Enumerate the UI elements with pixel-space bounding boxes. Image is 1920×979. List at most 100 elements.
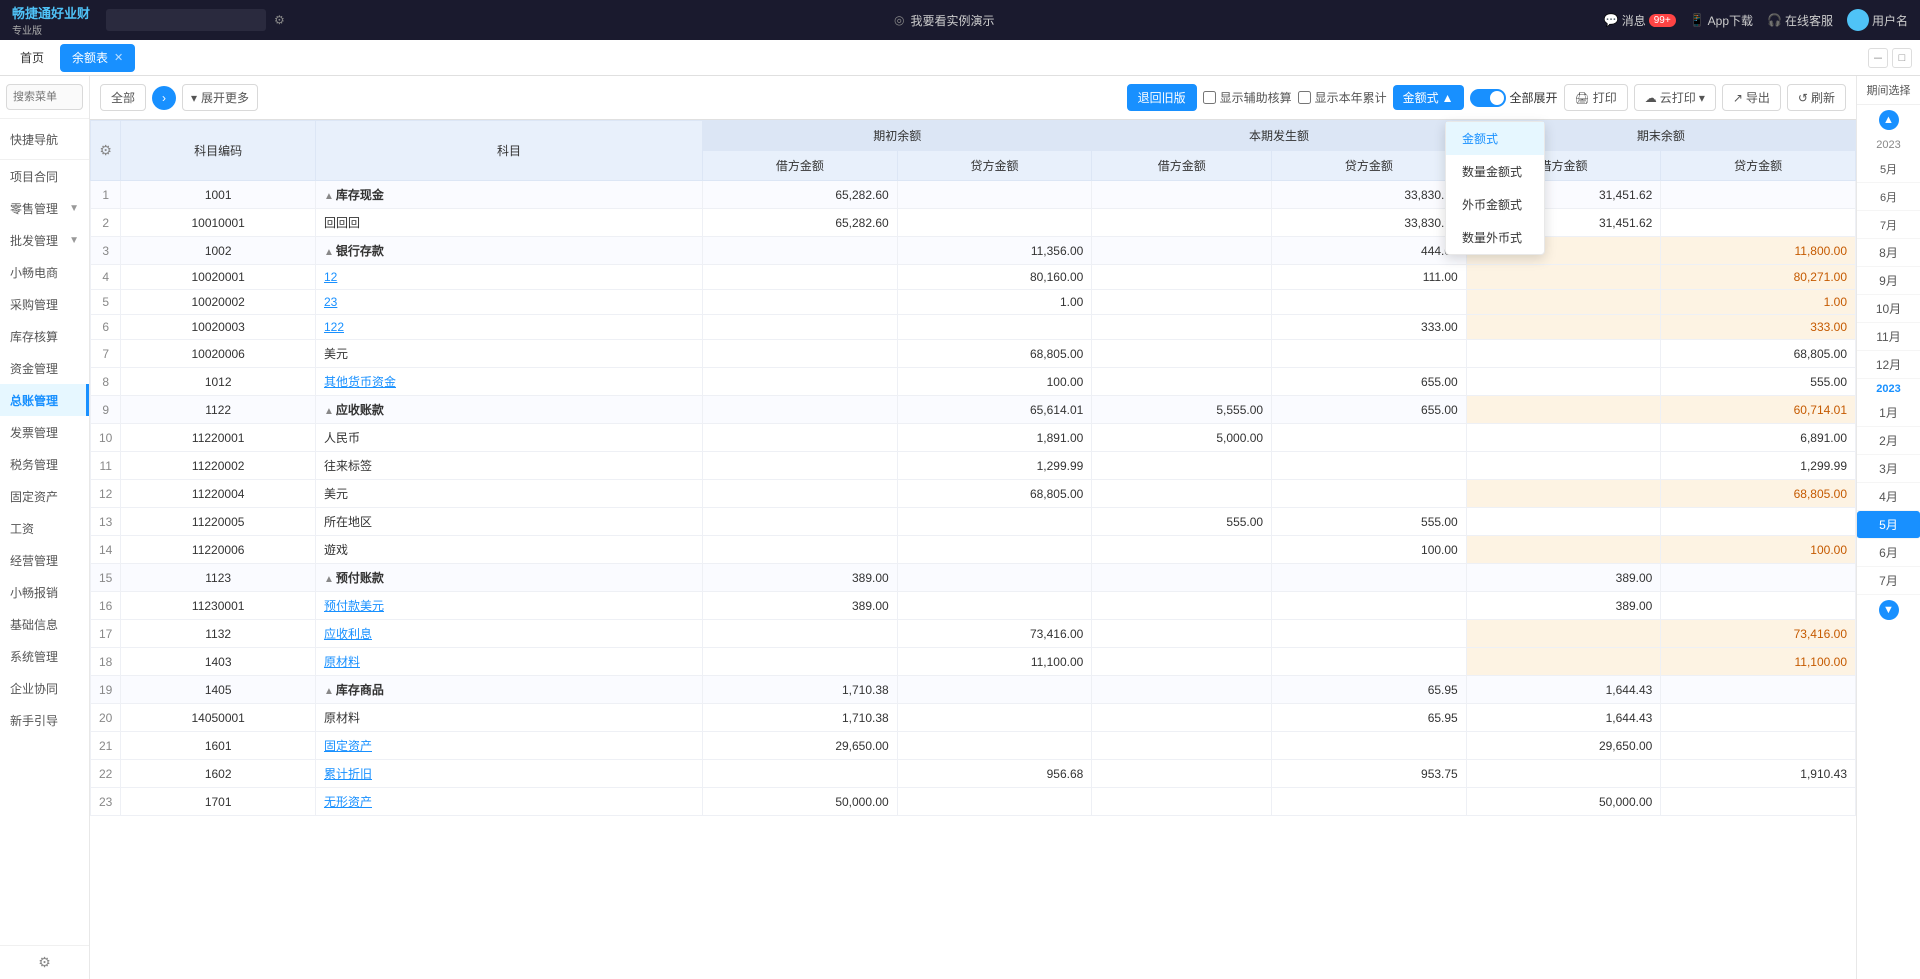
account-name-link[interactable]: 12 xyxy=(324,270,337,284)
sidebar-item-basic[interactable]: 基础信息 xyxy=(0,608,89,640)
scroll-up-icon[interactable]: ▲ xyxy=(1879,110,1899,130)
all-accounts-btn[interactable]: 全部 xyxy=(100,84,146,111)
message-btn[interactable]: 💬 消息 99+ xyxy=(1604,12,1676,29)
sidebar-item-system[interactable]: 系统管理 xyxy=(0,640,89,672)
account-name-link[interactable]: 固定资产 xyxy=(324,739,372,753)
period-month-9[interactable]: 9月 xyxy=(1857,267,1920,295)
format-option-foreign-amount[interactable]: 外币金额式 xyxy=(1446,188,1544,221)
period-month-3[interactable]: 3月 xyxy=(1857,455,1920,483)
settings-icon[interactable]: ⚙ xyxy=(274,13,285,27)
show-ytd-checkbox[interactable]: 显示本年累计 xyxy=(1298,89,1387,106)
sidebar-item-wholesale[interactable]: 批发管理 ▼ xyxy=(0,224,89,256)
refresh-btn[interactable]: ↺ 刷新 xyxy=(1787,84,1846,111)
format-option-amount[interactable]: 金额式 xyxy=(1446,122,1544,155)
tab-maximize-btn[interactable]: □ xyxy=(1892,48,1912,68)
period-month-6-2023[interactable]: 6月 xyxy=(1857,183,1920,211)
nav-forward-btn[interactable]: › xyxy=(152,86,176,110)
collapse-icon[interactable]: ▲ xyxy=(324,247,334,258)
search-bar[interactable] xyxy=(106,9,266,31)
tab-balance[interactable]: 余额表 ✕ xyxy=(60,44,135,72)
collapse-icon[interactable]: ▲ xyxy=(324,406,334,417)
period-month-11[interactable]: 11月 xyxy=(1857,323,1920,351)
period-month-6[interactable]: 6月 xyxy=(1857,539,1920,567)
collapse-icon[interactable]: ▲ xyxy=(324,191,334,202)
sidebar-item-collaboration[interactable]: 企业协同 xyxy=(0,672,89,704)
ytd-checkbox-input[interactable] xyxy=(1298,91,1311,104)
account-name[interactable]: 122 xyxy=(315,315,702,340)
sidebar-item-invoice[interactable]: 发票管理 xyxy=(0,416,89,448)
account-name[interactable]: 12 xyxy=(315,265,702,290)
tab-minimize-btn[interactable]: － xyxy=(1868,48,1888,68)
toggle-switch[interactable] xyxy=(1470,89,1506,107)
scroll-down-icon[interactable]: ▼ xyxy=(1879,600,1899,620)
sidebar-item-operations[interactable]: 经营管理 xyxy=(0,544,89,576)
period-month-4[interactable]: 4月 xyxy=(1857,483,1920,511)
account-name[interactable]: 其他货币资金 xyxy=(315,368,702,396)
period-month-5-2023[interactable]: 5月 xyxy=(1857,155,1920,183)
sidebar-item-ecommerce[interactable]: 小畅电商 xyxy=(0,256,89,288)
period-month-7-2023[interactable]: 7月 xyxy=(1857,211,1920,239)
period-month-7[interactable]: 7月 xyxy=(1857,567,1920,595)
expand-more-btn[interactable]: ▾ 展开更多 xyxy=(182,84,258,111)
app-download-btn[interactable]: 📱 App下载 xyxy=(1690,12,1753,29)
opening-debit: 29,650.00 xyxy=(703,732,898,760)
sidebar-item-inventory[interactable]: 库存核算 xyxy=(0,320,89,352)
expand-all-toggle[interactable]: 全部展开 xyxy=(1470,89,1558,107)
demo-link[interactable]: 我要看实例演示 xyxy=(911,12,995,29)
period-month-1[interactable]: 1月 xyxy=(1857,399,1920,427)
sidebar-item-fixed-assets[interactable]: 固定资产 xyxy=(0,480,89,512)
account-name-link[interactable]: 应收利息 xyxy=(324,627,372,641)
period-month-5-active[interactable]: 5月 xyxy=(1857,511,1920,539)
account-name[interactable]: 应收利息 xyxy=(315,620,702,648)
account-name-link[interactable]: 预付款美元 xyxy=(324,599,384,613)
account-name[interactable]: 23 xyxy=(315,290,702,315)
period-month-10[interactable]: 10月 xyxy=(1857,295,1920,323)
period-month-8[interactable]: 8月 xyxy=(1857,239,1920,267)
account-name[interactable]: 无形资产 xyxy=(315,788,702,816)
sidebar-item-finance[interactable]: 资金管理 xyxy=(0,352,89,384)
cloud-print-btn[interactable]: ☁ 云打印 ▾ xyxy=(1634,84,1716,111)
format-option-qty-foreign[interactable]: 数量外币式 xyxy=(1446,221,1544,254)
export-btn[interactable]: ↗ 导出 xyxy=(1722,84,1781,111)
format-dropdown-btn[interactable]: 金额式 ▲ xyxy=(1393,85,1464,110)
sidebar-item-quick-nav[interactable]: 快捷导航 xyxy=(0,123,89,155)
account-name-link[interactable]: 其他货币资金 xyxy=(324,375,396,389)
sidebar-settings-icon[interactable]: ⚙ xyxy=(38,954,51,971)
search-input[interactable] xyxy=(6,84,83,110)
sidebar-item-retail[interactable]: 零售管理 ▼ xyxy=(0,192,89,224)
sidebar-item-guide[interactable]: 新手引导 xyxy=(0,704,89,736)
user-avatar[interactable]: 用户名 xyxy=(1847,9,1908,31)
tab-close-icon[interactable]: ✕ xyxy=(114,51,123,64)
tab-home[interactable]: 首页 xyxy=(8,44,56,72)
period-scroll-up-btn[interactable]: ▲ xyxy=(1857,105,1920,135)
opening-debit xyxy=(703,760,898,788)
collapse-icon[interactable]: ▲ xyxy=(324,686,334,697)
col-settings-header[interactable]: ⚙ xyxy=(91,121,121,181)
account-name[interactable]: 累计折旧 xyxy=(315,760,702,788)
sidebar-item-ledger[interactable]: 总账管理 xyxy=(0,384,89,416)
sidebar-item-purchase[interactable]: 采购管理 xyxy=(0,288,89,320)
sidebar-item-expense[interactable]: 小畅报销 xyxy=(0,576,89,608)
show-assist-checkbox[interactable]: 显示辅助核算 xyxy=(1203,89,1292,106)
account-name[interactable]: 原材料 xyxy=(315,648,702,676)
col-settings-icon[interactable]: ⚙ xyxy=(99,142,112,158)
account-name-link[interactable]: 23 xyxy=(324,295,337,309)
sidebar-item-payroll[interactable]: 工资 xyxy=(0,512,89,544)
account-name-link[interactable]: 原材料 xyxy=(324,655,360,669)
account-name[interactable]: 预付款美元 xyxy=(315,592,702,620)
assist-checkbox-input[interactable] xyxy=(1203,91,1216,104)
account-name[interactable]: 固定资产 xyxy=(315,732,702,760)
back-to-old-btn[interactable]: 退回旧版 xyxy=(1127,84,1197,111)
account-name-link[interactable]: 累计折旧 xyxy=(324,767,372,781)
period-month-12[interactable]: 12月 xyxy=(1857,351,1920,379)
online-service-btn[interactable]: 🎧 在线客服 xyxy=(1767,12,1833,29)
period-scroll-down-btn[interactable]: ▼ xyxy=(1857,595,1920,625)
account-name-link[interactable]: 无形资产 xyxy=(324,795,372,809)
format-option-qty-amount[interactable]: 数量金额式 xyxy=(1446,155,1544,188)
sidebar-item-project[interactable]: 项目合同 xyxy=(0,160,89,192)
account-name-link[interactable]: 122 xyxy=(324,320,344,334)
print-btn[interactable]: 🖨 打印 xyxy=(1564,84,1628,111)
collapse-icon[interactable]: ▲ xyxy=(324,574,334,585)
period-month-2[interactable]: 2月 xyxy=(1857,427,1920,455)
sidebar-item-tax[interactable]: 税务管理 xyxy=(0,448,89,480)
